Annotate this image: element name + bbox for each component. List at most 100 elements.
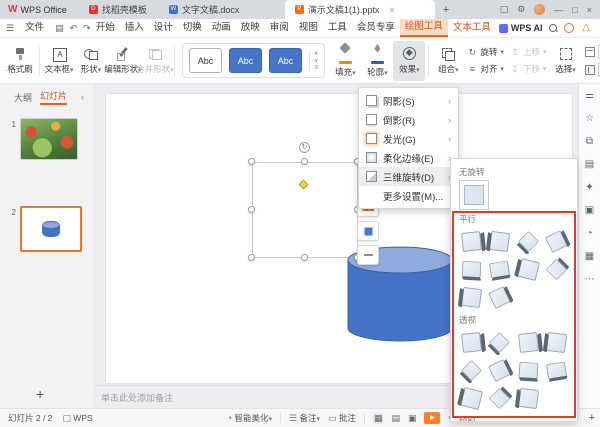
effects-menu-item-3[interactable]: 发光(G) › xyxy=(359,129,458,148)
rotation-preset-thumb[interactable] xyxy=(545,230,569,253)
effects-menu-item-1[interactable]: 阴影(S) › xyxy=(359,91,458,110)
search-icon[interactable] xyxy=(548,23,558,33)
effects-menu-item-2[interactable]: 倒影(R) › xyxy=(359,110,458,129)
notes-button[interactable]: ☰ 备注▾ xyxy=(289,412,320,424)
rotation-preset-thumb[interactable] xyxy=(460,360,482,381)
rotation-preset-thumb[interactable] xyxy=(488,286,512,309)
quick-style-button[interactable] xyxy=(357,221,379,241)
menu-会员专享[interactable]: 会员专享 xyxy=(352,19,400,37)
align-button[interactable]: ≡ 对齐 ▾ xyxy=(464,62,507,76)
group-button[interactable]: 组合▾ xyxy=(432,41,464,81)
rotation-preset-thumb[interactable] xyxy=(460,231,482,252)
menu-设计[interactable]: 设计 xyxy=(149,19,178,37)
upgrade-warning-icon[interactable]: △ xyxy=(582,23,590,33)
animation-icon[interactable]: ✦ xyxy=(583,182,597,194)
save-icon[interactable]: ▤ xyxy=(55,23,64,34)
shape-style-preset[interactable]: Abc xyxy=(189,48,222,73)
collapse-panel-icon[interactable]: ‹ xyxy=(81,92,84,102)
hamburger-menu-icon[interactable]: ☰ xyxy=(6,23,14,34)
tab-close-icon[interactable]: × xyxy=(389,5,394,15)
menu-审阅[interactable]: 审阅 xyxy=(265,19,294,37)
image-icon[interactable]: ▣ xyxy=(583,205,597,217)
shapes-icon[interactable]: ⧉ xyxy=(583,136,597,148)
rotation-preset-thumb[interactable] xyxy=(489,230,511,253)
no-rotation-preset-thumb[interactable] xyxy=(459,180,489,210)
effects-menu-item-4[interactable]: 柔化边缘(E)› xyxy=(359,148,458,167)
comments-button[interactable]: ▭ 批注 xyxy=(328,412,356,424)
rotation-preset-thumb[interactable] xyxy=(489,260,511,279)
rotation-preset-thumb[interactable] xyxy=(459,386,483,411)
resize-handle-n[interactable] xyxy=(301,158,308,165)
rotation-preset-thumb[interactable] xyxy=(461,260,482,279)
minimize-icon[interactable]: — xyxy=(554,5,563,15)
rotation-preset-thumb[interactable] xyxy=(517,332,539,353)
rotation-preset-thumb[interactable] xyxy=(517,387,539,410)
notes-placeholder[interactable]: 单击此处添加备注 xyxy=(101,391,173,404)
collapse-mini-toolbar-button[interactable] xyxy=(357,245,379,265)
tab-slides[interactable]: 幻灯片 xyxy=(40,89,68,105)
rotation-preset-thumb[interactable] xyxy=(546,258,568,281)
history-icon[interactable]: ◔ xyxy=(583,228,597,240)
new-tab-button[interactable]: + xyxy=(443,4,449,16)
settings-gear-icon[interactable]: ⚙ xyxy=(517,4,525,15)
rotation-preset-thumb[interactable] xyxy=(489,332,511,353)
menu-动画[interactable]: 动画 xyxy=(207,19,236,37)
rotation-preset-thumb[interactable] xyxy=(460,286,482,309)
undo-icon[interactable]: ↶ xyxy=(70,23,78,34)
rotation-preset-thumb[interactable] xyxy=(488,359,512,382)
menu-绘图工具[interactable]: 绘图工具 xyxy=(399,19,448,37)
rotation-preset-thumb[interactable] xyxy=(518,361,539,380)
tab-writer-document[interactable]: W 文字文稿.docx xyxy=(161,2,279,18)
properties-icon[interactable]: ⚌ xyxy=(583,90,597,102)
resize-handle-w[interactable] xyxy=(248,206,255,213)
close-icon[interactable]: × xyxy=(587,5,592,15)
menu-file[interactable]: 文件 xyxy=(20,19,49,37)
menu-文本工具[interactable]: 文本工具 xyxy=(448,19,496,37)
normal-view-icon[interactable]: ▦ xyxy=(372,412,384,424)
rotation-preset-thumb[interactable] xyxy=(546,361,568,380)
rotation-preset-thumb[interactable] xyxy=(517,231,539,252)
select-button[interactable]: 选择▾ xyxy=(549,41,581,81)
shape-style-preset[interactable]: Abc xyxy=(229,48,262,73)
rotation-preset-thumb[interactable] xyxy=(516,257,540,282)
redo-icon[interactable]: ↷ xyxy=(83,23,91,34)
resize-handle-s[interactable] xyxy=(301,254,308,261)
rotation-preset-thumb[interactable] xyxy=(460,332,482,353)
format-painter-button[interactable]: 格式刷 xyxy=(4,41,36,81)
resize-handle-nw[interactable] xyxy=(248,158,255,165)
menu-开始[interactable]: 开始 xyxy=(91,19,120,37)
effects-menu-item-5[interactable]: 三维旋转(D)› xyxy=(359,167,458,186)
restore-layout-icon[interactable]: ▢ xyxy=(500,4,509,15)
user-avatar[interactable] xyxy=(534,4,546,15)
effects-button[interactable]: 效果▾ xyxy=(393,40,426,81)
maximize-icon[interactable]: □ xyxy=(572,5,577,15)
effects-menu-item-6[interactable]: 更多设置(M)... xyxy=(359,186,458,205)
wps-ai-button[interactable]: WPS AI xyxy=(498,23,543,33)
menu-切换[interactable]: 切换 xyxy=(178,19,207,37)
slide-sorter-view-icon[interactable]: ▤ xyxy=(391,413,400,424)
more-icon[interactable]: ⋯ xyxy=(583,274,597,286)
menu-插入[interactable]: 插入 xyxy=(120,19,149,37)
fill-button[interactable]: 填充▾ xyxy=(329,41,361,81)
reading-view-icon[interactable]: ▣ xyxy=(408,413,417,424)
shape-style-preset[interactable]: Abc xyxy=(269,48,302,73)
rotate-handle[interactable]: ↻ xyxy=(299,142,310,153)
wps-office-home-tab[interactable]: W WPS Office xyxy=(0,0,75,19)
add-slide-button[interactable]: + xyxy=(36,386,44,402)
helper-face-icon[interactable] xyxy=(564,23,575,33)
zoom-in-button[interactable]: + xyxy=(589,412,595,424)
star-icon[interactable]: ☆ xyxy=(583,113,597,125)
rotate-button[interactable]: ↻ 旋转 ▾ xyxy=(464,45,507,59)
shapes-button[interactable]: 形状▾ xyxy=(75,41,107,81)
text-box-button[interactable]: 文本框▾ xyxy=(43,41,75,81)
slide-2-thumbnail-selected[interactable] xyxy=(20,206,82,252)
edit-shape-button[interactable]: 编辑形状▾ xyxy=(104,41,142,81)
resize-handle-sw[interactable] xyxy=(248,254,255,261)
outline-button[interactable]: 轮廓▾ xyxy=(361,41,393,81)
rotation-preset-thumb[interactable] xyxy=(489,387,511,410)
rotation-preset-thumb[interactable] xyxy=(546,331,568,354)
tab-outline[interactable]: 大纲 xyxy=(14,91,32,104)
slide-1-row[interactable]: 1 xyxy=(8,118,90,160)
menu-放映[interactable]: 放映 xyxy=(236,19,265,37)
template-icon[interactable]: ▤ xyxy=(583,159,597,171)
